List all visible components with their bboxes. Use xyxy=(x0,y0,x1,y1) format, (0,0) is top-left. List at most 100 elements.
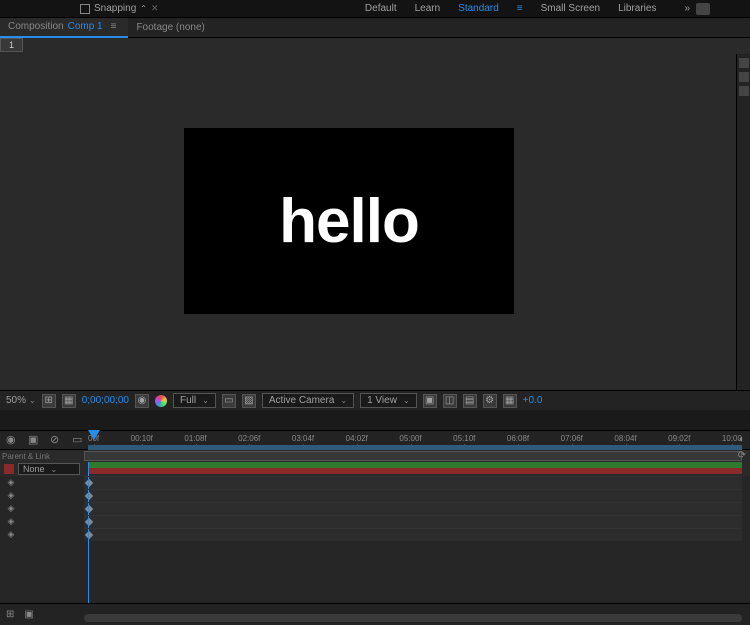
canvas-text-layer[interactable]: hello xyxy=(279,186,419,257)
property-row[interactable]: ◈ xyxy=(0,515,750,528)
stopwatch-icon[interactable]: ◈ xyxy=(6,491,16,501)
right-panel-icon-3[interactable] xyxy=(739,86,749,96)
shy-column-icon[interactable] xyxy=(50,433,62,447)
right-tool-panel xyxy=(736,54,750,390)
playhead-line-prop xyxy=(88,503,89,515)
property-row[interactable]: ◈ xyxy=(0,489,750,502)
region-toggle-icon[interactable]: ▭ xyxy=(222,394,236,408)
timeline-header: 00f00:10f01:08f02:06f03:04f04:02f05:00f0… xyxy=(0,430,750,450)
comp-number: 1 xyxy=(9,40,14,50)
comp-tab-row: 1 xyxy=(0,38,750,54)
current-timecode[interactable]: 0;00;00;00 xyxy=(82,395,129,406)
workspace-tab-standard[interactable]: Standard xyxy=(458,3,499,15)
property-track[interactable] xyxy=(84,476,742,489)
comp-button-icon[interactable]: ⟳ xyxy=(736,450,748,462)
work-area-bar[interactable] xyxy=(88,445,742,450)
property-track[interactable] xyxy=(84,528,742,541)
keyframe-marker[interactable] xyxy=(85,492,93,500)
property-row[interactable]: ◈ xyxy=(0,476,750,489)
camera-chevron-icon: ⌄ xyxy=(340,396,347,405)
workspace-search-icon[interactable] xyxy=(696,3,710,15)
keyframe-marker[interactable] xyxy=(85,531,93,539)
composition-tab-menu-icon[interactable]: ≡ xyxy=(107,21,121,32)
workspace-tab-menu-icon[interactable]: ≡ xyxy=(517,3,523,15)
time-ruler[interactable]: 00f00:10f01:08f02:06f03:04f04:02f05:00f0… xyxy=(84,430,750,450)
panel-divider[interactable] xyxy=(0,410,750,430)
snapping-chevron-icon[interactable]: ⌃ xyxy=(140,4,147,13)
timeline-right-tools: ◐ ⟳ xyxy=(734,430,750,466)
views-select[interactable]: 1 View ⌄ xyxy=(360,393,417,408)
property-track[interactable] xyxy=(84,502,742,515)
viewer-footer: 50% ⌄ ⊞ ▦ 0;00;00;00 ◉ Full ⌄ ▭ ▨ Active… xyxy=(0,390,750,410)
layer-duration-bar-bottom[interactable] xyxy=(88,468,742,474)
color-management-icon[interactable] xyxy=(155,395,167,407)
layer-color-swatch[interactable] xyxy=(4,464,14,474)
layer-parent-value: None xyxy=(23,464,45,474)
stopwatch-icon[interactable]: ◈ xyxy=(6,530,16,540)
snapping-label: Snapping xyxy=(94,3,136,14)
right-panel-icon-2[interactable] xyxy=(739,72,749,82)
timeline-footer: ⊞ ▣ xyxy=(0,603,750,625)
views-value: 1 View xyxy=(367,395,397,406)
composition-canvas[interactable]: hello xyxy=(184,128,514,314)
property-row[interactable]: ◈ xyxy=(0,528,750,541)
zoom-value[interactable]: 50% xyxy=(6,395,26,406)
right-panel-icon-1[interactable] xyxy=(739,58,749,68)
property-track[interactable] xyxy=(84,515,742,528)
stopwatch-icon[interactable]: ◈ xyxy=(6,504,16,514)
zoom-chevron-icon[interactable]: ⌄ xyxy=(29,396,36,405)
playhead-line-prop xyxy=(88,490,89,502)
grid-toggle-icon[interactable]: ▦ xyxy=(62,394,76,408)
workspace-tab-smallscreen[interactable]: Small Screen xyxy=(541,3,600,15)
label-column-icon[interactable] xyxy=(28,433,40,447)
snapping-close-icon[interactable]: ✕ xyxy=(151,3,159,14)
timeline-zoom-slider[interactable] xyxy=(84,614,742,622)
composition-viewer[interactable]: hello xyxy=(0,54,750,390)
snapping-checkbox[interactable] xyxy=(80,4,90,14)
transparency-grid-icon[interactable]: ▨ xyxy=(242,394,256,408)
toggle-switches-icon[interactable]: ⊞ xyxy=(6,609,14,620)
exposure-value[interactable]: +0.0 xyxy=(523,395,543,406)
render-column-icon[interactable] xyxy=(72,433,84,447)
camera-select[interactable]: Active Camera ⌄ xyxy=(262,393,354,408)
resolution-select[interactable]: Full ⌄ xyxy=(173,393,216,408)
comp-number-tab[interactable]: 1 xyxy=(0,38,23,52)
composition-label: Composition xyxy=(8,21,64,32)
workspace-expand-icon[interactable]: » xyxy=(684,3,690,15)
view-option-3-icon[interactable]: ▤ xyxy=(463,394,477,408)
comp-marker-icon[interactable]: ◐ xyxy=(736,434,748,446)
parent-link-row: Parent & Link xyxy=(0,450,750,462)
parent-track-area[interactable] xyxy=(84,451,742,461)
panel-tabs: Composition Comp 1 ≡ Footage (none) xyxy=(0,18,750,38)
stopwatch-icon[interactable]: ◈ xyxy=(6,517,16,527)
snapshot-icon[interactable]: ◉ xyxy=(135,394,149,408)
property-row[interactable]: ◈ xyxy=(0,502,750,515)
workspace-tab-libraries[interactable]: Libraries xyxy=(618,3,656,15)
stopwatch-icon[interactable]: ◈ xyxy=(6,478,16,488)
property-track[interactable] xyxy=(84,489,742,502)
view-option-4-icon[interactable]: ⚙ xyxy=(483,394,497,408)
layer-track[interactable] xyxy=(84,462,742,476)
footage-panel-tab[interactable]: Footage (none) xyxy=(128,18,212,38)
keyframe-marker[interactable] xyxy=(85,505,93,513)
workspace-tab-default[interactable]: Default xyxy=(365,3,397,15)
playhead-line-ext xyxy=(88,541,89,609)
resolution-toggle-icon[interactable]: ⊞ xyxy=(42,394,56,408)
layer-parent-select[interactable]: None ⌄ xyxy=(18,463,80,475)
keyframe-marker[interactable] xyxy=(85,518,93,526)
visibility-column-icon[interactable] xyxy=(6,433,18,447)
workspace-bar: Snapping ⌃ ✕ Default Learn Standard ≡ Sm… xyxy=(0,0,750,18)
toggle-modes-icon[interactable]: ▣ xyxy=(24,609,33,620)
views-chevron-icon: ⌄ xyxy=(403,396,410,405)
composition-name[interactable]: Comp 1 xyxy=(68,21,103,32)
view-option-2-icon[interactable]: ◫ xyxy=(443,394,457,408)
keyframe-marker[interactable] xyxy=(85,479,93,487)
resolution-value: Full xyxy=(180,395,196,406)
parent-link-label: Parent & Link xyxy=(0,452,84,461)
camera-value: Active Camera xyxy=(269,395,335,406)
view-option-5-icon[interactable]: ▦ xyxy=(503,394,517,408)
workspace-tab-learn[interactable]: Learn xyxy=(415,3,441,15)
composition-panel-tab[interactable]: Composition Comp 1 ≡ xyxy=(0,18,128,38)
view-option-1-icon[interactable]: ▣ xyxy=(423,394,437,408)
layer-row[interactable]: None ⌄ xyxy=(0,462,750,476)
